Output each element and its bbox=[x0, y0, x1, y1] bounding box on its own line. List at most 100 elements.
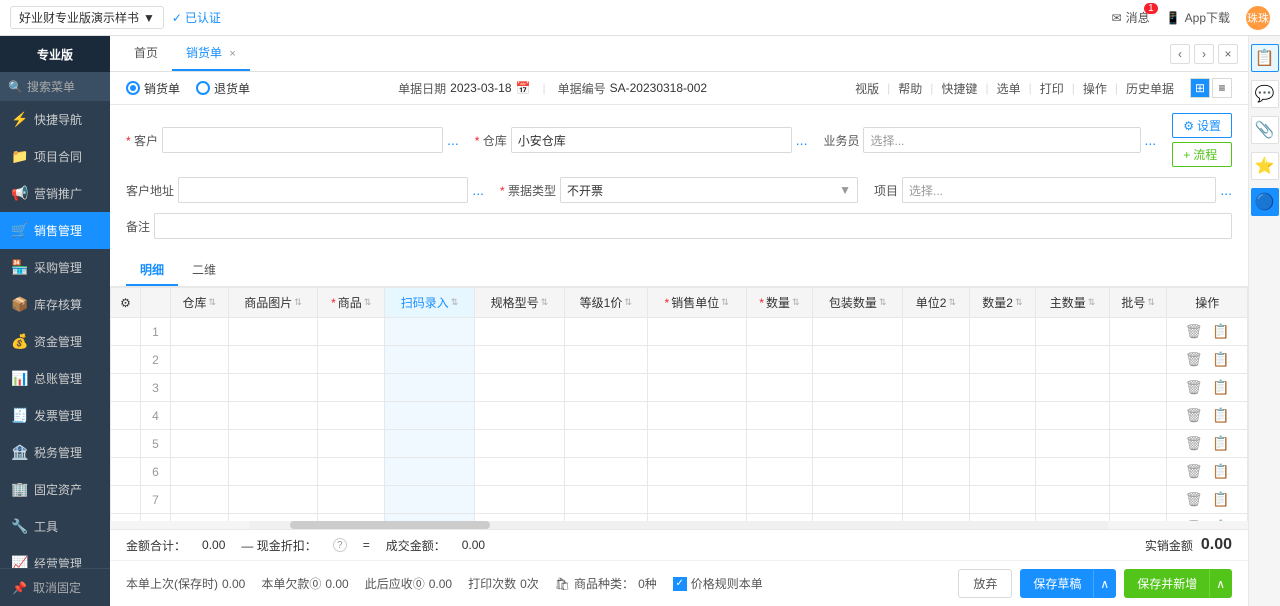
row-settings-7[interactable] bbox=[111, 486, 141, 514]
row-warehouse-5[interactable] bbox=[171, 430, 229, 458]
row-price1-7[interactable] bbox=[564, 486, 647, 514]
sidebar-item-tool[interactable]: 🔧 工具 bbox=[0, 508, 110, 545]
invoice-input[interactable]: 不开票 ▼ bbox=[560, 177, 858, 203]
row-unit2-2[interactable] bbox=[903, 346, 970, 374]
project-search-btn[interactable]: ... bbox=[1220, 182, 1232, 198]
print-btn[interactable]: 打印 bbox=[1040, 80, 1064, 97]
row-pack-qty-4[interactable] bbox=[813, 402, 903, 430]
row-import-5[interactable] bbox=[385, 430, 475, 458]
row-price1-2[interactable] bbox=[564, 346, 647, 374]
row-image-3[interactable] bbox=[228, 374, 318, 402]
row-warehouse-8[interactable] bbox=[171, 514, 229, 522]
row-copy-btn-5[interactable]: 📋 bbox=[1209, 434, 1232, 453]
row-main-qty-6[interactable] bbox=[1036, 458, 1110, 486]
row-spec-6[interactable] bbox=[474, 458, 564, 486]
row-settings-1[interactable] bbox=[111, 318, 141, 346]
row-qty2-3[interactable] bbox=[969, 374, 1036, 402]
row-sale-unit-4[interactable] bbox=[647, 402, 746, 430]
row-unit2-3[interactable] bbox=[903, 374, 970, 402]
flow-btn[interactable]: + 流程 bbox=[1172, 142, 1232, 167]
row-price1-3[interactable] bbox=[564, 374, 647, 402]
tab-2d[interactable]: 二维 bbox=[178, 255, 230, 286]
sidebar-item-quick-nav[interactable]: ⚡ 快捷导航 bbox=[0, 101, 110, 138]
row-qty2-8[interactable] bbox=[969, 514, 1036, 522]
row-quantity-6[interactable] bbox=[746, 458, 813, 486]
row-batch-1[interactable] bbox=[1109, 318, 1167, 346]
row-warehouse-3[interactable] bbox=[171, 374, 229, 402]
row-unit2-4[interactable] bbox=[903, 402, 970, 430]
row-product-5[interactable] bbox=[318, 430, 385, 458]
calendar-icon[interactable]: 📅 bbox=[516, 81, 531, 95]
row-pack-qty-5[interactable] bbox=[813, 430, 903, 458]
row-image-2[interactable] bbox=[228, 346, 318, 374]
sidebar-item-sales[interactable]: 🛒 销售管理 bbox=[0, 212, 110, 249]
tab-close-all-btn[interactable]: × bbox=[1218, 44, 1238, 64]
salesman-input[interactable]: 选择... bbox=[863, 127, 1140, 153]
right-panel-btn-1[interactable]: 📋 bbox=[1251, 44, 1279, 72]
row-batch-5[interactable] bbox=[1109, 430, 1167, 458]
tab-close-icon[interactable]: × bbox=[229, 48, 235, 60]
row-qty2-4[interactable] bbox=[969, 402, 1036, 430]
row-warehouse-7[interactable] bbox=[171, 486, 229, 514]
row-price1-6[interactable] bbox=[564, 458, 647, 486]
price-check-item[interactable]: 价格规则本单 bbox=[673, 575, 763, 592]
warehouse-search-btn[interactable]: ... bbox=[796, 132, 808, 148]
row-quantity-8[interactable] bbox=[746, 514, 813, 522]
row-product-8[interactable] bbox=[318, 514, 385, 522]
settings-btn[interactable]: ⚙ 设置 bbox=[1172, 113, 1232, 138]
radio-sale[interactable]: 销货单 bbox=[126, 80, 180, 97]
row-settings-4[interactable] bbox=[111, 402, 141, 430]
row-spec-4[interactable] bbox=[474, 402, 564, 430]
price-checkbox[interactable] bbox=[673, 577, 687, 591]
row-spec-1[interactable] bbox=[474, 318, 564, 346]
row-import-3[interactable] bbox=[385, 374, 475, 402]
row-qty2-2[interactable] bbox=[969, 346, 1036, 374]
right-panel-btn-5[interactable]: 🔵 bbox=[1251, 188, 1279, 216]
row-import-8[interactable] bbox=[385, 514, 475, 522]
row-copy-btn-6[interactable]: 📋 bbox=[1209, 462, 1232, 481]
row-copy-btn-2[interactable]: 📋 bbox=[1209, 350, 1232, 369]
row-warehouse-4[interactable] bbox=[171, 402, 229, 430]
row-copy-btn-4[interactable]: 📋 bbox=[1209, 406, 1232, 425]
row-batch-3[interactable] bbox=[1109, 374, 1167, 402]
row-product-6[interactable] bbox=[318, 458, 385, 486]
row-batch-8[interactable] bbox=[1109, 514, 1167, 522]
grid-view-btn[interactable]: ⊞ bbox=[1190, 78, 1210, 98]
save-new-button[interactable]: 保存并新增 bbox=[1124, 569, 1209, 598]
app-download-action[interactable]: 📱 App下载 bbox=[1166, 9, 1230, 26]
row-pack-qty-2[interactable] bbox=[813, 346, 903, 374]
radio-return[interactable]: 退货单 bbox=[196, 80, 250, 97]
row-warehouse-6[interactable] bbox=[171, 458, 229, 486]
row-quantity-5[interactable] bbox=[746, 430, 813, 458]
row-main-qty-7[interactable] bbox=[1036, 486, 1110, 514]
row-unit2-6[interactable] bbox=[903, 458, 970, 486]
row-delete-btn-2[interactable]: 🗑 bbox=[1182, 350, 1206, 369]
sidebar-item-account[interactable]: 📊 总账管理 bbox=[0, 360, 110, 397]
message-action[interactable]: ✉ 消息 1 bbox=[1112, 9, 1150, 26]
row-settings-6[interactable] bbox=[111, 458, 141, 486]
row-product-3[interactable] bbox=[318, 374, 385, 402]
row-quantity-3[interactable] bbox=[746, 374, 813, 402]
row-pack-qty-3[interactable] bbox=[813, 374, 903, 402]
row-import-4[interactable] bbox=[385, 402, 475, 430]
row-sale-unit-1[interactable] bbox=[647, 318, 746, 346]
sidebar-item-fixed[interactable]: 🏢 固定资产 bbox=[0, 471, 110, 508]
row-pack-qty-1[interactable] bbox=[813, 318, 903, 346]
address-input[interactable] bbox=[178, 177, 468, 203]
row-unit2-5[interactable] bbox=[903, 430, 970, 458]
tab-prev-btn[interactable]: ‹ bbox=[1170, 44, 1190, 64]
row-qty2-5[interactable] bbox=[969, 430, 1036, 458]
row-pack-qty-6[interactable] bbox=[813, 458, 903, 486]
abandon-button[interactable]: 放弃 bbox=[958, 569, 1012, 598]
sidebar-item-invoice[interactable]: 🧾 发票管理 bbox=[0, 397, 110, 434]
row-product-2[interactable] bbox=[318, 346, 385, 374]
row-sale-unit-5[interactable] bbox=[647, 430, 746, 458]
row-main-qty-2[interactable] bbox=[1036, 346, 1110, 374]
row-batch-7[interactable] bbox=[1109, 486, 1167, 514]
user-action[interactable]: 珠珠 bbox=[1246, 6, 1270, 30]
salesman-search-btn[interactable]: ... bbox=[1145, 132, 1157, 148]
row-qty2-6[interactable] bbox=[969, 458, 1036, 486]
row-batch-4[interactable] bbox=[1109, 402, 1167, 430]
row-sale-unit-3[interactable] bbox=[647, 374, 746, 402]
row-warehouse-2[interactable] bbox=[171, 346, 229, 374]
